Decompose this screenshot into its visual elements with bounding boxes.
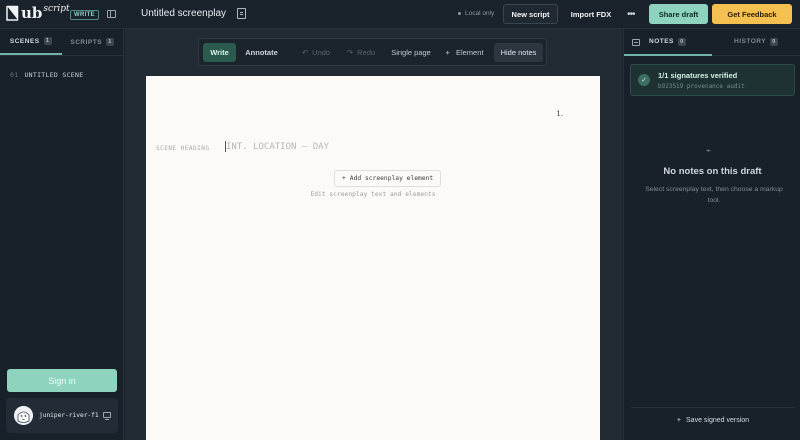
redo-label: Redo xyxy=(357,48,376,57)
scene-number: 01 xyxy=(10,71,19,79)
notes-panel: NOTES 0 HISTORY 0 ✓ 1/1 signatures verifie… xyxy=(623,29,800,440)
signature-status-subtitle: b923519 provenance audit xyxy=(658,83,745,90)
top-bar: ub script WRITE Untitled screenplay Loca… xyxy=(0,0,800,29)
editor-toolbar: Write Annotate ↶ Undo ↷ Redo Single page +… xyxy=(198,38,547,66)
empty-notes-subtitle: Select screenplay text, then choose a ma… xyxy=(645,186,783,204)
tab-scripts[interactable]: SCRIPTS 1 xyxy=(62,29,124,55)
tab-notes[interactable]: NOTES 0 xyxy=(649,38,686,46)
hide-notes-button[interactable]: Hide notes xyxy=(494,43,543,62)
active-tab-underline xyxy=(624,54,712,56)
check-icon: ✓ xyxy=(638,74,650,86)
tab-scripts-label: SCRIPTS xyxy=(70,38,103,46)
scripts-count-badge: 1 xyxy=(106,38,115,46)
empty-notes-title: No notes on this draft xyxy=(663,166,762,177)
save-signed-label: Save signed version xyxy=(686,417,750,424)
logo-mark-icon xyxy=(6,5,19,21)
element-label: Element xyxy=(455,48,484,57)
editor-hint: Edit screenplay text and elements xyxy=(310,191,436,198)
tab-scenes-label: SCENES xyxy=(9,37,40,45)
plus-icon: + xyxy=(445,48,450,57)
tab-notes-label: NOTES xyxy=(649,38,674,45)
local-status: Local only xyxy=(458,10,494,17)
more-options-icon[interactable]: ••• xyxy=(627,9,635,20)
local-status-label: Local only xyxy=(465,10,495,17)
notes-count-badge: 0 xyxy=(677,38,686,46)
notes-tabs: NOTES 0 HISTORY 0 xyxy=(624,29,800,56)
page-number: 1. xyxy=(556,110,563,118)
avatar-face-icon xyxy=(14,406,33,425)
tab-scenes[interactable]: SCENES 1 xyxy=(0,29,62,55)
monitor-icon[interactable] xyxy=(103,412,111,420)
import-fdx-button[interactable]: Import FDX xyxy=(563,4,619,24)
status-dot-icon xyxy=(458,11,461,15)
screenplay-page[interactable]: 1. SCENE HEADING INT. LOCATION — DAY + Ad… xyxy=(146,76,600,440)
signature-status-card[interactable]: ✓ 1/1 signatures verified b923519 proven… xyxy=(630,64,795,96)
undo-button[interactable]: ↶ Undo xyxy=(298,43,334,62)
logo-text: ub xyxy=(21,4,43,22)
notes-icon xyxy=(632,39,640,46)
undo-label: Undo xyxy=(312,48,331,57)
scenes-count-badge: 1 xyxy=(43,37,52,45)
user-name: juniper-river-f1 xyxy=(39,412,99,419)
scene-title: UNTITLED SCENE xyxy=(24,71,84,79)
new-script-button[interactable]: New script xyxy=(503,4,558,24)
undo-icon: ↶ xyxy=(301,48,309,57)
empty-notes-icon: ⌁ xyxy=(706,146,711,155)
mode-badge: WRITE xyxy=(70,10,99,20)
redo-button[interactable]: ↷ Redo xyxy=(343,43,379,62)
scene-list-item[interactable]: 01 UNTITLED SCENE xyxy=(10,71,83,79)
signature-status-title: 1/1 signatures verified xyxy=(658,71,738,80)
redo-icon: ↷ xyxy=(346,48,354,57)
document-icon[interactable] xyxy=(237,8,246,19)
get-feedback-button[interactable]: Get Feedback xyxy=(712,4,792,24)
sidebar-tabs: SCENES 1 SCRIPTS 1 xyxy=(0,29,123,56)
plus-icon: + xyxy=(676,417,682,424)
sign-in-button[interactable]: Sign in xyxy=(7,369,117,392)
logo-script-text: script xyxy=(43,4,70,14)
scene-heading-input[interactable]: INT. LOCATION — DAY xyxy=(226,142,329,152)
left-sidebar: SCENES 1 SCRIPTS 1 01 UNTITLED SCENE Sign… xyxy=(0,29,124,440)
write-mode-button[interactable]: Write xyxy=(203,43,236,62)
save-signed-version-button[interactable]: + Save signed version xyxy=(631,407,795,433)
share-draft-button[interactable]: Share draft xyxy=(649,4,708,24)
tab-history-label: HISTORY xyxy=(734,38,767,45)
editor-area: Write Annotate ↶ Undo ↷ Redo Single page +… xyxy=(125,29,622,440)
plus-icon: + xyxy=(342,175,346,182)
add-element-label: Add screenplay element xyxy=(349,175,434,182)
element-button[interactable]: + Element xyxy=(442,43,487,62)
tab-history[interactable]: HISTORY 0 xyxy=(734,38,779,46)
avatar xyxy=(14,406,33,425)
document-title[interactable]: Untitled screenplay xyxy=(141,8,226,19)
annotate-mode-button[interactable]: Annotate xyxy=(239,43,284,62)
history-count-badge: 0 xyxy=(770,38,779,46)
app-logo[interactable]: ub script xyxy=(6,4,70,22)
user-card[interactable]: juniper-river-f1 xyxy=(6,398,118,433)
add-element-button[interactable]: + Add screenplay element xyxy=(334,170,442,187)
single-page-button[interactable]: Single page xyxy=(388,43,434,62)
sidebar-toggle-icon[interactable] xyxy=(107,10,116,18)
scene-heading-label: SCENE HEADING xyxy=(156,145,210,152)
